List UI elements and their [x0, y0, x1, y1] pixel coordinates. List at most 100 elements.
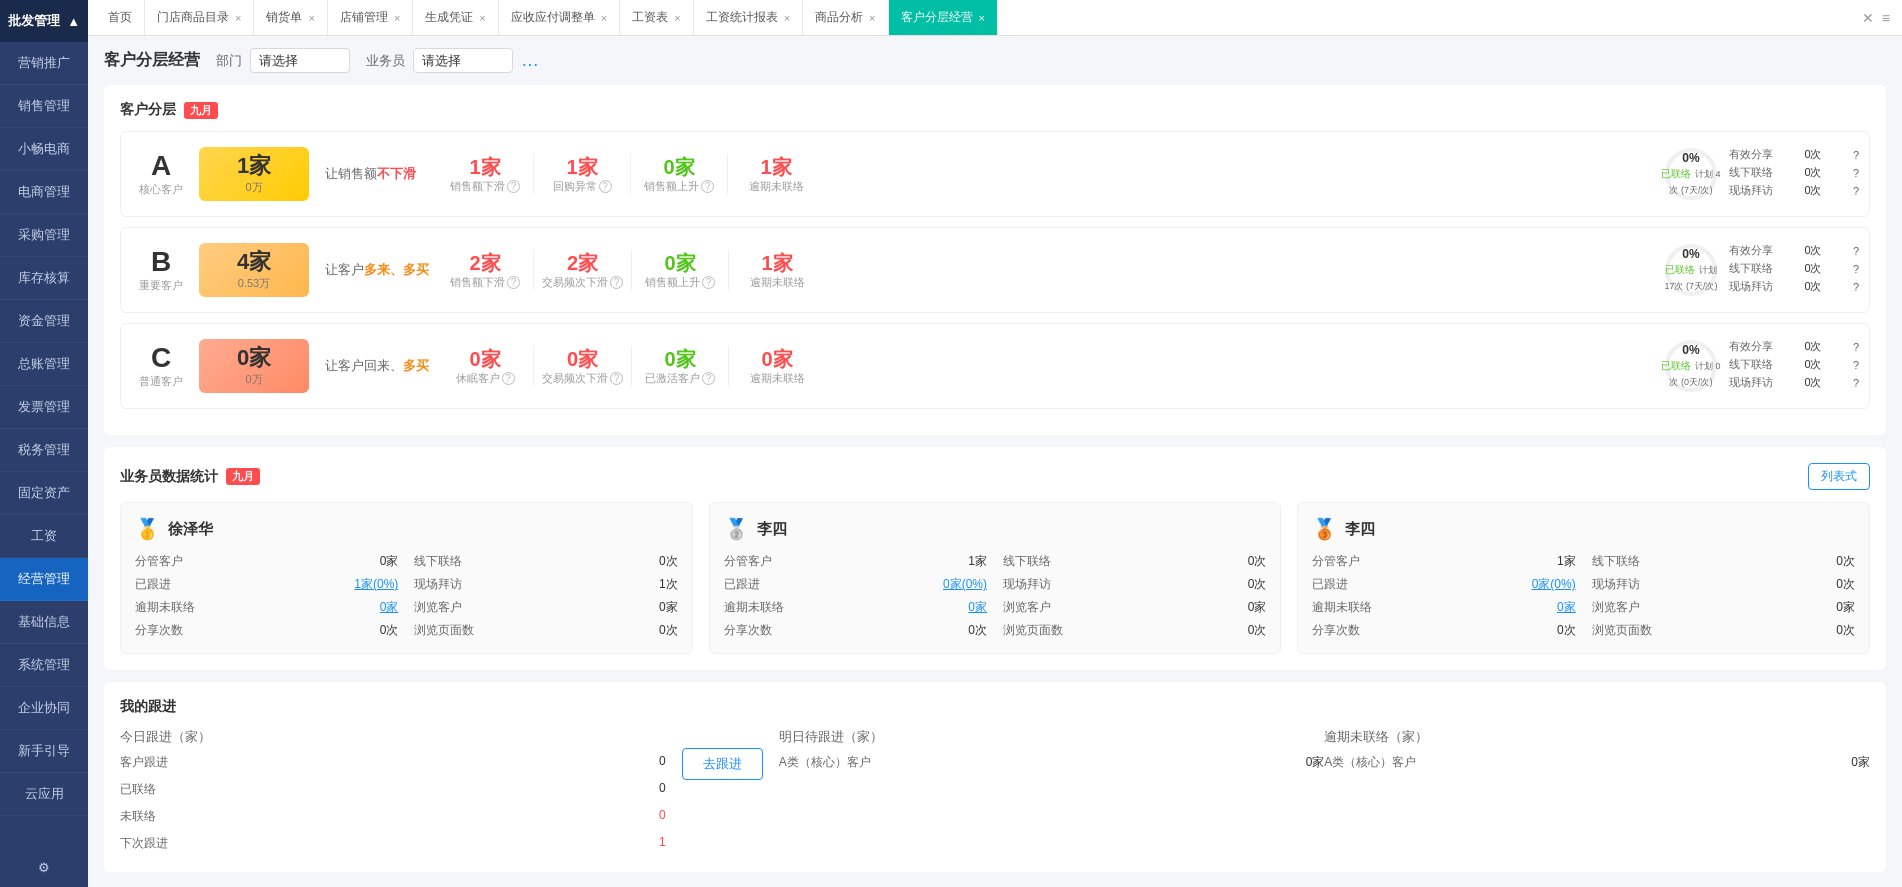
content-area: 客户分层经营 部门 请选择 业务员 请选择 … 客户分层 九月 [88, 36, 1902, 887]
followup-section: 我的跟进 今日跟进（家） 客户跟进 0 已联络 0 [104, 682, 1886, 872]
tier-stat2-b[interactable]: 2家 交易频次下滑 ? [542, 251, 623, 290]
staff-stat-2-2: 已跟进 0家(0%) [1312, 576, 1575, 593]
sidebar-item-经营管理[interactable]: 经营管理 [0, 558, 88, 601]
sidebar-item-库存核算[interactable]: 库存核算 [0, 257, 88, 300]
tier-stat2-c[interactable]: 0家 交易频次下滑 ? [542, 347, 623, 386]
tier-circle-c: 0% 已联络 计划 0次 (0天/次) [1661, 336, 1721, 396]
tier-stats-b: 2家 销售额下滑 ? 2家 交易频次下滑 ? 0家 销售额上升 ? 1家 逾期未… [445, 250, 1653, 290]
month-badge: 九月 [184, 102, 218, 119]
tier-stat4-b[interactable]: 1家 逾期未联络 [737, 251, 817, 290]
tab-close-icon[interactable]: × [394, 12, 400, 24]
dept-select[interactable]: 请选择 [250, 48, 350, 73]
biz-month-badge: 九月 [226, 468, 260, 485]
tab-close-icon[interactable]: × [869, 12, 875, 24]
tier-stat2-a[interactable]: 1家 回购异常 ? [542, 155, 622, 194]
sidebar-title: 批发管理 [8, 12, 60, 30]
dept-label: 部门 [216, 52, 242, 70]
tier-circle-a: 0% 已联络 计划 4次 (7天/次) [1661, 144, 1721, 204]
staff-stat-1-2: 已跟进 0家(0%) [724, 576, 987, 593]
tab-店铺管理[interactable]: 店铺管理× [328, 0, 413, 36]
sidebar-item-系统管理[interactable]: 系统管理 [0, 644, 88, 687]
staff-stat-1-3: 现场拜访 0次 [1003, 576, 1266, 593]
sidebar-item-基础信息[interactable]: 基础信息 [0, 601, 88, 644]
sales-select[interactable]: 请选择 [413, 48, 513, 73]
sidebar-item-资金管理[interactable]: 资金管理 [0, 300, 88, 343]
sidebar-item-固定资产[interactable]: 固定资产 [0, 472, 88, 515]
staff-name-2: 李四 [1345, 520, 1375, 539]
sidebar-item-云应用[interactable]: 云应用 [0, 773, 88, 816]
tier-right-stats-a: 有效分享 0次 ? 线下联络 0次 ? 现场拜访 0次 ? [1729, 147, 1859, 201]
staff-name-0: 徐泽华 [168, 520, 213, 539]
tier-stat4-c[interactable]: 0家 逾期未联络 [737, 347, 817, 386]
today-row-2: 已联络 0 [120, 781, 666, 798]
sidebar-item-工资[interactable]: 工资 [0, 515, 88, 558]
tier-stat1-c[interactable]: 0家 休眠客户 ? [445, 347, 525, 386]
sidebar-item-新手引导[interactable]: 新手引导 [0, 730, 88, 773]
staff-name-row-2: 🥉 李四 [1312, 517, 1855, 541]
sidebar-item-采购管理[interactable]: 采购管理 [0, 214, 88, 257]
sidebar-header[interactable]: 批发管理 ▲ [0, 0, 88, 42]
tab-商品分析[interactable]: 商品分析× [803, 0, 888, 36]
today-row-3: 未联络 0 [120, 808, 666, 825]
sidebar-item-税务管理[interactable]: 税务管理 [0, 429, 88, 472]
tier-count-c[interactable]: 0家 0万 [199, 339, 309, 392]
staff-stat-2-7: 浏览页面数 0次 [1592, 622, 1855, 639]
tab-客户分层经营[interactable]: 客户分层经营× [889, 0, 998, 36]
more-filters-icon[interactable]: … [521, 50, 539, 71]
staff-stat-1-4: 逾期未联络 0家 [724, 599, 987, 616]
go-followup-button[interactable]: 去跟进 [682, 748, 763, 780]
tab-应收应付调整单[interactable]: 应收应付调整单× [499, 0, 620, 36]
tier-count-b[interactable]: 4家 0.53万 [199, 243, 309, 296]
list-view-button[interactable]: 列表式 [1808, 463, 1870, 490]
tab-工资表[interactable]: 工资表× [620, 0, 693, 36]
tab-销货单[interactable]: 销货单× [254, 0, 327, 36]
staff-stat-0-3: 现场拜访 1次 [414, 576, 677, 593]
more-tabs-icon[interactable]: ≡ [1882, 10, 1890, 26]
tier-label-b: B 重要客户 [131, 248, 191, 293]
tier-suggestion-b: 让客户多来、多买 [317, 261, 437, 279]
tier-stat3-c[interactable]: 0家 已激活客户 ? [640, 347, 720, 386]
tab-close-icon[interactable]: × [979, 12, 985, 24]
sidebar-item-营销推广[interactable]: 营销推广 [0, 42, 88, 85]
tab-close-icon[interactable]: × [479, 12, 485, 24]
tier-stat3-b[interactable]: 0家 销售额上升 ? [640, 251, 720, 290]
biz-section-header: 业务员数据统计 九月 列表式 [120, 463, 1870, 490]
staff-stat-0-4: 逾期未联络 0家 [135, 599, 398, 616]
sidebar-item-发票管理[interactable]: 发票管理 [0, 386, 88, 429]
tab-bar-actions: ✕ ≡ [1862, 10, 1894, 26]
tab-close-icon[interactable]: × [601, 12, 607, 24]
settings-button[interactable]: ⚙ [0, 848, 88, 887]
tab-工资统计报表[interactable]: 工资统计报表× [694, 0, 803, 36]
main-area: 首页门店商品目录×销货单×店铺管理×生成凭证×应收应付调整单×工资表×工资统计报… [88, 0, 1902, 887]
sidebar-item-企业协同[interactable]: 企业协同 [0, 687, 88, 730]
staff-stat-0-2: 已跟进 1家(0%) [135, 576, 398, 593]
tab-close-icon[interactable]: × [784, 12, 790, 24]
tier-row-b: B 重要客户 4家 0.53万 让客户多来、多买 2家 销售额下滑 ? 2家 交… [120, 227, 1870, 313]
tab-生成凭证[interactable]: 生成凭证× [413, 0, 498, 36]
sidebar-item-电商管理[interactable]: 电商管理 [0, 171, 88, 214]
tab-门店商品目录[interactable]: 门店商品目录× [145, 0, 254, 36]
staff-rank-icon-0: 🥇 [135, 517, 160, 541]
close-tab-icon[interactable]: ✕ [1862, 10, 1874, 26]
go-followup-btn-wrapper: 去跟进 [666, 728, 779, 780]
overdue-row-1: A类（核心）客户 0家 [1324, 754, 1870, 771]
staff-stat-0-5: 浏览客户 0家 [414, 599, 677, 616]
customer-section-title: 客户分层 九月 [120, 101, 1870, 119]
tier-stat3-a[interactable]: 0家 销售额上升 ? [639, 155, 719, 194]
tier-count-a[interactable]: 1家 0万 [199, 147, 309, 200]
sidebar-item-总账管理[interactable]: 总账管理 [0, 343, 88, 386]
sidebar-item-小畅电商[interactable]: 小畅电商 [0, 128, 88, 171]
tier-circle-b: 0% 已联络 计划 17次 (7天/次) [1661, 240, 1721, 300]
tier-stat1-b[interactable]: 2家 销售额下滑 ? [445, 251, 525, 290]
sales-label: 业务员 [366, 52, 405, 70]
staff-stat-2-6: 分享次数 0次 [1312, 622, 1575, 639]
tier-stat1-a[interactable]: 1家 销售额下滑 ? [445, 155, 525, 194]
sidebar-item-销售管理[interactable]: 销售管理 [0, 85, 88, 128]
tab-首页[interactable]: 首页 [96, 0, 145, 36]
tab-close-icon[interactable]: × [308, 12, 314, 24]
tier-stat4-a[interactable]: 1家 逾期未联络 [736, 155, 816, 194]
dept-filter: 部门 请选择 [216, 48, 350, 73]
tab-close-icon[interactable]: × [674, 12, 680, 24]
tab-close-icon[interactable]: × [235, 12, 241, 24]
tomorrow-followup-title: 明日待跟进（家） [779, 728, 1325, 746]
